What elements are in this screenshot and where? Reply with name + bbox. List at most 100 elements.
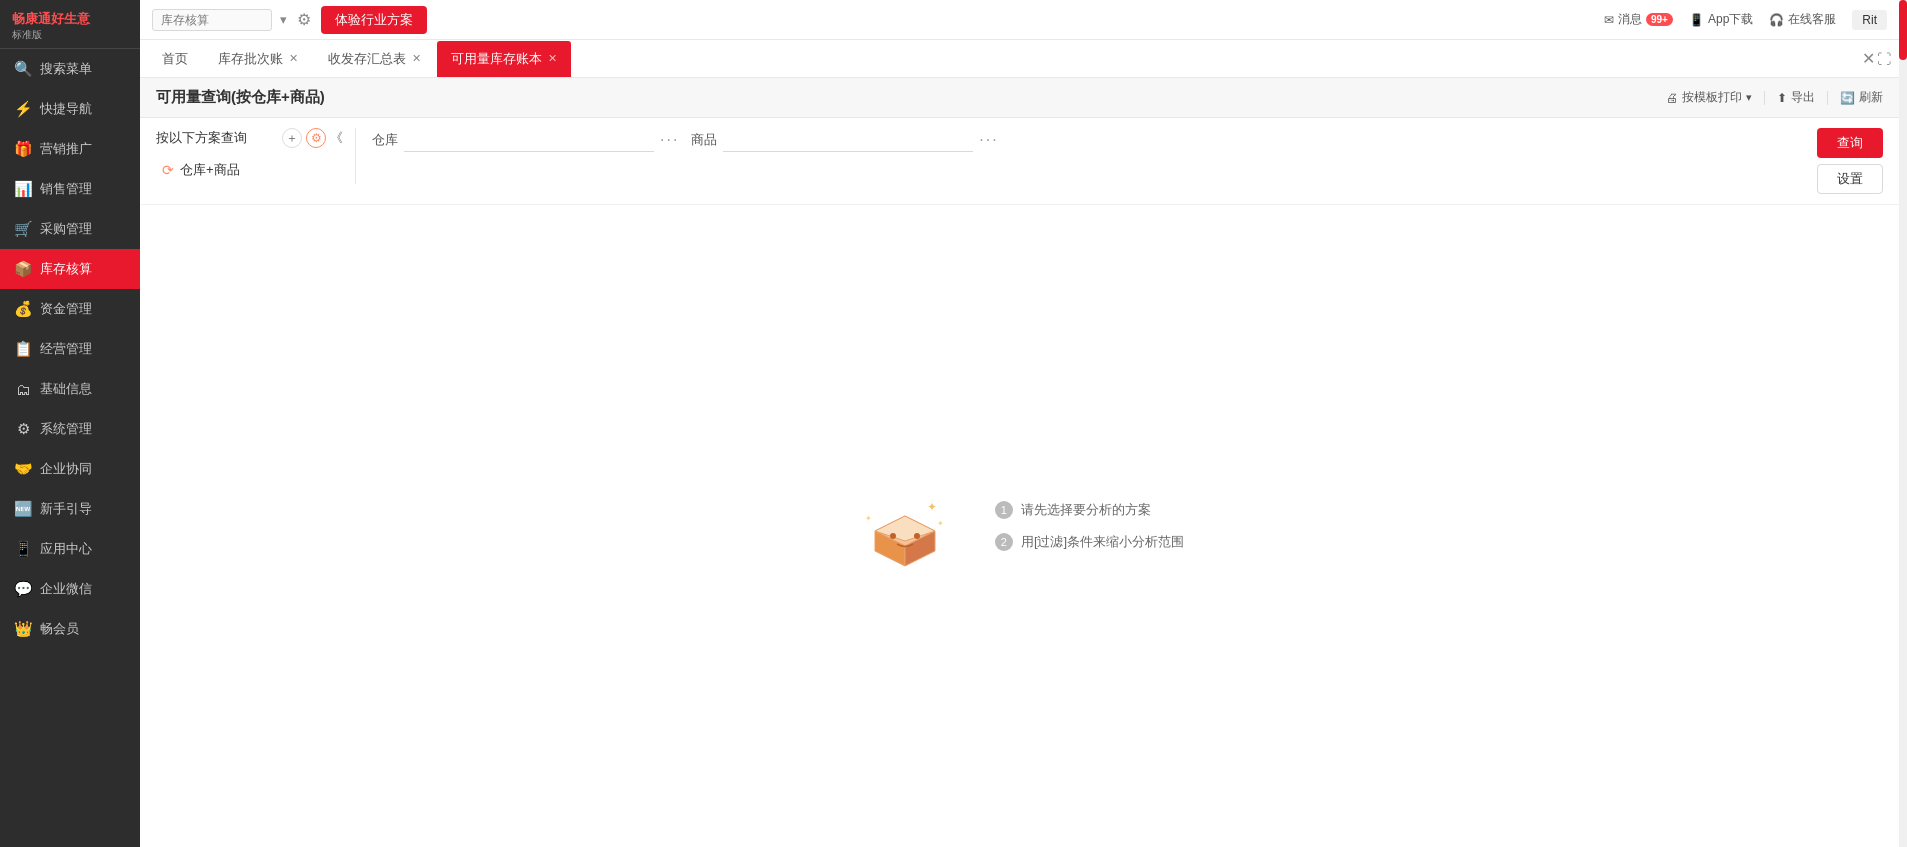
logo-subtitle: 标准版 [12,28,128,42]
page-header: 可用量查询(按仓库+商品) 🖨 按模板打印 ▾ ⬆ 导出 🔄 [140,78,1899,118]
scheme-panel: 按以下方案查询 ＋ ⚙ 《 ⟳ 仓库+商品 [156,128,356,184]
sidebar-item-label-purchase: 采购管理 [40,220,92,238]
scheme-actions: ＋ ⚙ 《 [282,128,343,148]
product-more-button[interactable]: ··· [979,131,998,149]
main-content: ▾ ⚙ 体验行业方案 ✉ 消息 99+ 📱 App下载 🎧 在线客服 Rit [140,0,1899,847]
sidebar-item-marketing[interactable]: 🎁 营销推广 [0,129,140,169]
action-divider-1 [1764,91,1765,105]
user-info[interactable]: Rit [1852,10,1887,30]
top-header: ▾ ⚙ 体验行业方案 ✉ 消息 99+ 📱 App下载 🎧 在线客服 Rit [140,0,1899,40]
warehouse-input[interactable] [404,128,654,152]
sidebar-nav: 🔍 搜索菜单 ⚡ 快捷导航 🎁 营销推广 📊 销售管理 🛒 采购管理 📦 库存核… [0,49,140,847]
sidebar-item-label-sales: 销售管理 [40,180,92,198]
app-download-area[interactable]: 📱 App下载 [1689,11,1753,28]
tab-receivable-summary[interactable]: 收发存汇总表 ✕ [314,41,435,77]
scheme-item-label: 仓库+商品 [180,161,240,179]
export-icon: ⬆ [1777,91,1787,105]
sidebar-item-purchase[interactable]: 🛒 采购管理 [0,209,140,249]
export-label: 导出 [1791,89,1815,106]
printer-icon: 🖨 [1666,91,1678,105]
product-label: 商品 [691,131,717,149]
export-button[interactable]: ⬆ 导出 [1777,89,1815,106]
sidebar-item-cooperation[interactable]: 🤝 企业协同 [0,449,140,489]
sidebar-item-label-cooperation: 企业协同 [40,460,92,478]
scheme-collapse-button[interactable]: 《 [330,129,343,147]
step-num-2: 2 [995,533,1013,551]
member-icon: 👑 [14,620,32,638]
sidebar-item-label-apps: 应用中心 [40,540,92,558]
empty-text: 1 请先选择要分析的方案 2 用[过滤]条件来缩小分析范围 [995,501,1184,551]
scheme-label: 按以下方案查询 [156,129,247,147]
gear-icon[interactable]: ⚙ [295,8,313,31]
scheme-settings-button[interactable]: ⚙ [306,128,326,148]
sidebar-item-business[interactable]: 📋 经营管理 [0,329,140,369]
online-service-area[interactable]: 🎧 在线客服 [1769,11,1836,28]
sidebar-item-guide[interactable]: 🆕 新手引导 [0,489,140,529]
print-template-button[interactable]: 🖨 按模板打印 ▾ [1666,89,1752,106]
tab-home[interactable]: 首页 [148,41,202,77]
sidebar-item-label-inventory: 库存核算 [40,260,92,278]
message-badge: 99+ [1646,13,1673,26]
warehouse-more-button[interactable]: ··· [660,131,679,149]
search-icon: 🔍 [14,60,32,78]
apps-icon: 📱 [14,540,32,558]
empty-step-1: 1 请先选择要分析的方案 [995,501,1184,519]
dropdown-icon[interactable]: ▾ [280,12,287,27]
settings-button[interactable]: 设置 [1817,164,1883,194]
sidebar-item-sales[interactable]: 📊 销售管理 [0,169,140,209]
tab-batch-account[interactable]: 库存批次账 ✕ [204,41,312,77]
sidebar-item-member[interactable]: 👑 畅会员 [0,609,140,649]
phone-icon: 📱 [1689,13,1704,27]
tab-batch-close[interactable]: ✕ [289,52,298,65]
box-illustration: ✦ ✦ ✦ [855,476,955,576]
sidebar-item-label-member: 畅会员 [40,620,79,638]
svg-text:✦: ✦ [927,500,937,514]
sidebar-item-system[interactable]: ⚙ 系统管理 [0,409,140,449]
sidebar-item-basic[interactable]: 🗂 基础信息 [0,369,140,409]
sidebar-item-label-business: 经营管理 [40,340,92,358]
scheme-item-warehouse-product[interactable]: ⟳ 仓库+商品 [156,156,343,184]
query-area: 按以下方案查询 ＋ ⚙ 《 ⟳ 仓库+商品 仓库 [140,118,1899,205]
app-logo: 畅康通好生意 标准版 [0,0,140,49]
breadcrumb-input[interactable] [152,9,272,31]
industry-solution-button[interactable]: 体验行业方案 [321,6,427,34]
sidebar-item-wechat[interactable]: 💬 企业微信 [0,569,140,609]
sidebar-item-shortcut[interactable]: ⚡ 快捷导航 [0,89,140,129]
sidebar: 畅康通好生意 标准版 🔍 搜索菜单 ⚡ 快捷导航 🎁 营销推广 📊 销售管理 🛒… [0,0,140,847]
tab-bar: 首页 库存批次账 ✕ 收发存汇总表 ✕ 可用量库存账本 ✕ ✕ ⛶ [140,40,1899,78]
action-divider-2 [1827,91,1828,105]
refresh-button[interactable]: 🔄 刷新 [1840,89,1883,106]
scheme-add-button[interactable]: ＋ [282,128,302,148]
sidebar-item-finance[interactable]: 💰 资金管理 [0,289,140,329]
page-title: 可用量查询(按仓库+商品) [156,88,325,107]
guide-icon: 🆕 [14,500,32,518]
query-button-area: 查询 设置 [1801,128,1883,194]
sidebar-item-label-guide: 新手引导 [40,500,92,518]
shortcut-icon: ⚡ [14,100,32,118]
empty-state: ✦ ✦ ✦ 1 请先选择要分析的方案 2 用[过滤]条件来缩小分析范围 [140,205,1899,847]
print-dropdown-icon[interactable]: ▾ [1746,91,1752,104]
query-button[interactable]: 查询 [1817,128,1883,158]
message-icon: ✉ [1604,13,1614,27]
product-input[interactable] [723,128,973,152]
online-service-label: 在线客服 [1788,11,1836,28]
page-header-actions: 🖨 按模板打印 ▾ ⬆ 导出 🔄 刷新 [1666,89,1883,106]
marketing-icon: 🎁 [14,140,32,158]
scrollbar-thumb [1899,0,1907,60]
tab-available-ledger[interactable]: 可用量库存账本 ✕ [437,41,571,77]
right-scrollbar[interactable] [1899,0,1907,847]
sidebar-item-inventory[interactable]: 📦 库存核算 [0,249,140,289]
tab-expand-button[interactable]: ⛶ [1877,51,1891,67]
headset-icon: 🎧 [1769,13,1784,27]
tab-receivable-close[interactable]: ✕ [412,52,421,65]
filter-area: 仓库 ··· 商品 ··· [356,128,1801,152]
sidebar-item-label-marketing: 营销推广 [40,140,92,158]
tab-available-close[interactable]: ✕ [548,52,557,65]
sidebar-item-apps[interactable]: 📱 应用中心 [0,529,140,569]
tab-close-all-button[interactable]: ✕ [1862,49,1875,68]
sidebar-item-label-search: 搜索菜单 [40,60,92,78]
sidebar-item-search[interactable]: 🔍 搜索菜单 [0,49,140,89]
svg-text:✦: ✦ [865,514,872,523]
message-area[interactable]: ✉ 消息 99+ [1604,11,1673,28]
scheme-item-icon: ⟳ [162,162,174,178]
